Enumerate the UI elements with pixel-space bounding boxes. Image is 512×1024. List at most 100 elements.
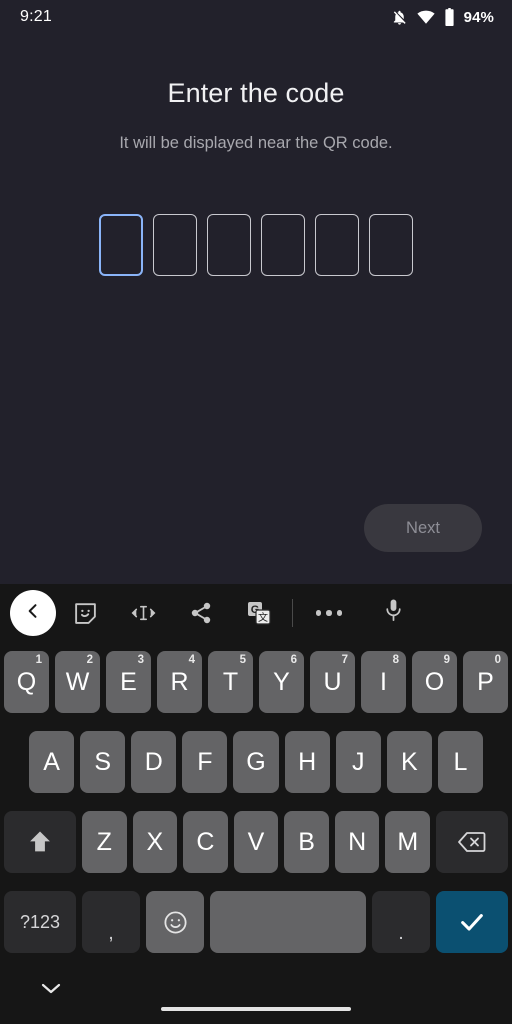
key-t[interactable]: 5T: [208, 651, 253, 713]
key-label: W: [65, 667, 90, 696]
phone-screen: 9:21 94% Enter the code It will be displ…: [0, 0, 512, 1024]
battery-icon: [444, 8, 455, 26]
key-space[interactable]: [210, 891, 366, 953]
share-button[interactable]: [172, 590, 230, 636]
key-k[interactable]: K: [386, 731, 432, 793]
keyboard-row-2: A S D F G H J K L: [0, 722, 512, 802]
code-digit-0[interactable]: [99, 214, 143, 276]
key-n[interactable]: N: [334, 811, 380, 873]
key-sup-0: 0: [494, 654, 501, 666]
key-sup-7: 7: [341, 654, 348, 666]
key-sup-2: 2: [86, 654, 93, 666]
key-z[interactable]: Z: [82, 811, 127, 873]
key-sup-9: 9: [443, 654, 450, 666]
keyboard-toolbar: G 文: [0, 584, 512, 642]
text-edit-button[interactable]: [114, 590, 172, 636]
key-enter[interactable]: [436, 891, 508, 953]
key-label: T: [222, 667, 239, 696]
virtual-keyboard: G 文 1 Q 2 W 3 E 4 R 5 T 6 Y 7 U 8 I 9 O …: [0, 584, 512, 962]
keyboard-row-1: 1Q 2W 3E 4R 5T 6Y 7U 8I 9O 0P: [0, 642, 512, 722]
key-j[interactable]: J: [335, 731, 381, 793]
svg-text:文: 文: [258, 611, 268, 624]
key-i[interactable]: 8I: [361, 651, 406, 713]
key-e[interactable]: 3E: [106, 651, 151, 713]
key-o[interactable]: 9O: [412, 651, 457, 713]
microphone-icon: [382, 598, 405, 628]
key-a[interactable]: A: [29, 731, 75, 793]
translate-button[interactable]: G 文: [230, 590, 288, 636]
key-h[interactable]: H: [284, 731, 330, 793]
key-sup-1: 1: [35, 654, 42, 666]
hide-keyboard-button[interactable]: [32, 974, 70, 1006]
key-l[interactable]: L: [437, 731, 483, 793]
key-label: P: [477, 667, 494, 696]
key-label: Q: [16, 667, 37, 696]
shift-arrow-icon: [26, 828, 54, 856]
emoji-smiley-icon: [162, 909, 189, 936]
key-comma[interactable]: ,: [82, 891, 140, 953]
keyboard-row-4: ?123 , .: [0, 882, 512, 962]
notifications-off-icon: [391, 9, 408, 26]
key-sup-6: 6: [290, 654, 297, 666]
page-title: Enter the code: [167, 78, 345, 108]
check-icon: [458, 908, 486, 936]
key-shift[interactable]: [4, 811, 76, 873]
code-digit-5[interactable]: [369, 214, 413, 276]
code-digit-4[interactable]: [315, 214, 359, 276]
status-bar: 9:21 94%: [0, 0, 512, 34]
text-cursor-icon: [130, 602, 157, 624]
sticker-face-icon: [73, 601, 98, 626]
back-button[interactable]: [10, 590, 56, 636]
code-digit-3[interactable]: [261, 214, 305, 276]
key-g[interactable]: G: [233, 731, 279, 793]
key-w[interactable]: 2W: [55, 651, 100, 713]
chevron-down-icon: [40, 981, 62, 1000]
key-sup-5: 5: [239, 654, 246, 666]
key-m[interactable]: M: [385, 811, 431, 873]
key-u[interactable]: 7U: [310, 651, 355, 713]
keyboard-key-rows: 1Q 2W 3E 4R 5T 6Y 7U 8I 9O 0P A S D F G …: [0, 642, 512, 962]
key-y[interactable]: 6Y: [259, 651, 304, 713]
code-digit-1[interactable]: [153, 214, 197, 276]
key-backspace[interactable]: [436, 811, 509, 873]
key-c[interactable]: C: [183, 811, 228, 873]
comma-label: ,: [108, 923, 114, 944]
voice-input-button[interactable]: [361, 590, 425, 636]
key-label: O: [424, 667, 445, 696]
more-button[interactable]: [297, 590, 361, 636]
key-sup-8: 8: [392, 654, 399, 666]
key-p[interactable]: 0P: [463, 651, 508, 713]
key-d[interactable]: D: [131, 731, 177, 793]
key-label: I: [380, 667, 387, 696]
key-q[interactable]: 1Q: [4, 651, 49, 713]
key-s[interactable]: S: [80, 731, 126, 793]
battery-percent-label: 94%: [463, 8, 494, 26]
key-sup-3: 3: [137, 654, 144, 666]
key-r[interactable]: 4R: [157, 651, 202, 713]
key-label: Y: [273, 667, 290, 696]
key-v[interactable]: V: [233, 811, 279, 873]
code-digit-2[interactable]: [207, 214, 251, 276]
share-icon: [189, 601, 213, 625]
code-input-group[interactable]: [0, 214, 512, 276]
app-content-area: 9:21 94% Enter the code It will be displ…: [0, 0, 512, 584]
stickers-button[interactable]: [56, 590, 114, 636]
key-symbols[interactable]: ?123: [4, 891, 76, 953]
three-dots-icon: [315, 610, 343, 616]
status-bar-icons: 94%: [391, 8, 494, 26]
next-button[interactable]: Next: [364, 504, 482, 552]
key-label: R: [170, 667, 189, 696]
key-period[interactable]: .: [372, 891, 430, 953]
navigation-bar: [0, 962, 512, 1024]
key-emoji[interactable]: [146, 891, 204, 953]
key-b[interactable]: B: [284, 811, 329, 873]
key-sup-4: 4: [188, 654, 195, 666]
key-label: U: [323, 667, 342, 696]
backspace-icon: [457, 829, 487, 855]
period-label: .: [398, 923, 404, 944]
key-f[interactable]: F: [182, 731, 228, 793]
home-indicator[interactable]: [161, 1007, 351, 1011]
key-label: E: [120, 667, 137, 696]
google-translate-icon: G 文: [246, 600, 272, 626]
key-x[interactable]: X: [132, 811, 178, 873]
